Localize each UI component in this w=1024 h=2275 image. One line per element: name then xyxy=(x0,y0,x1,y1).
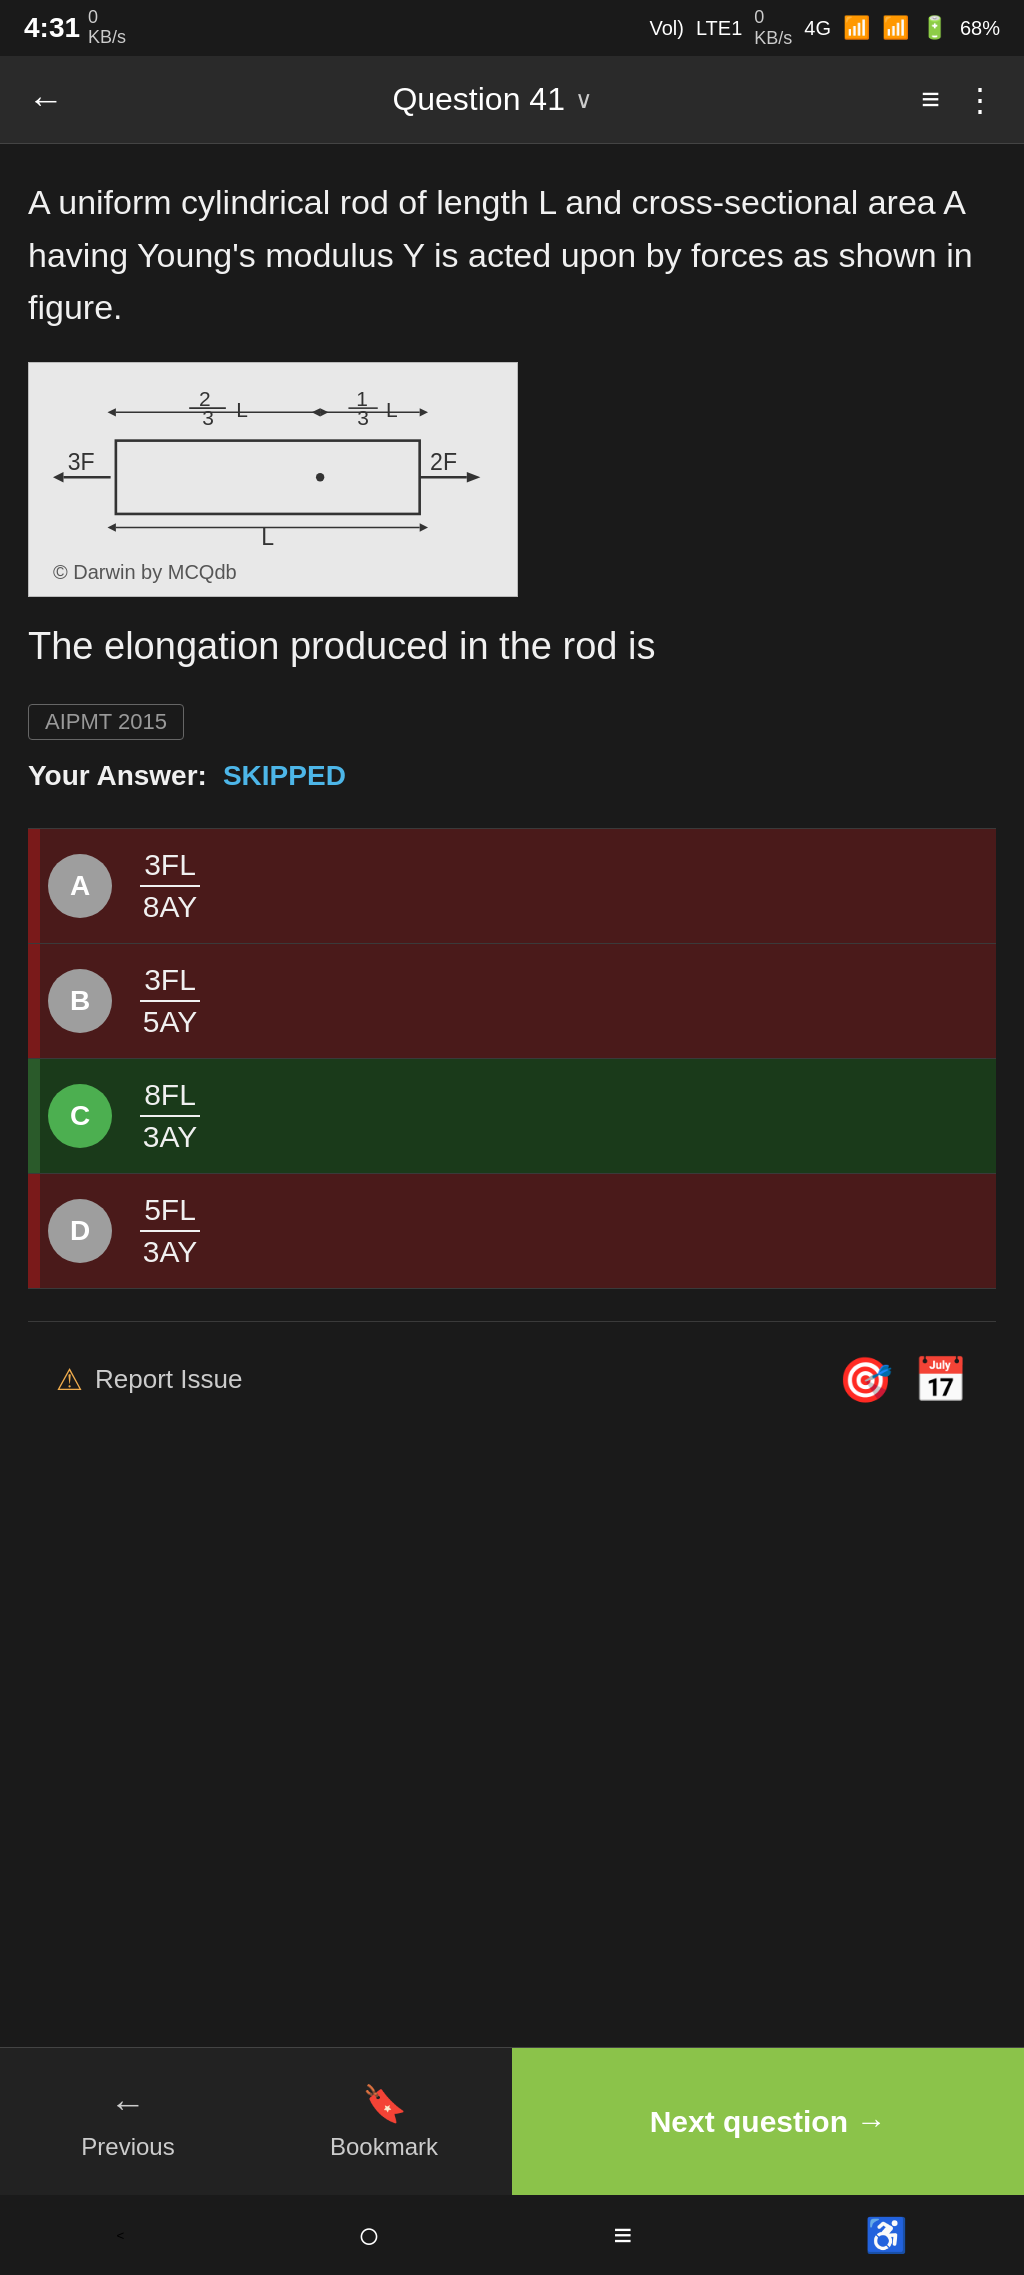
option-d-bar xyxy=(28,1174,40,1288)
your-answer-label: Your Answer: xyxy=(28,760,207,792)
next-label: Next question → xyxy=(650,2105,887,2139)
status-bar: 4:31 0KB/s Vol) LTE1 0KB/s 4G 📶 📶 🔋 68% xyxy=(0,0,1024,56)
sys-menu-icon: ≡ xyxy=(614,2217,633,2253)
exam-tag: AIPMT 2015 xyxy=(28,704,184,740)
status-icons: Vol) LTE1 0KB/s 4G 📶 📶 🔋 68% xyxy=(649,7,1000,49)
network-label: LTE1 xyxy=(696,17,742,40)
kb-label2: 0KB/s xyxy=(754,7,792,49)
question-title: Question 41 ∨ xyxy=(392,81,593,118)
diagram-caption: © Darwin by MCQdb xyxy=(53,561,493,584)
list-menu-button[interactable]: ≡ xyxy=(921,81,940,118)
lte-icon: Vol) xyxy=(649,17,683,40)
svg-text:3F: 3F xyxy=(68,449,95,475)
option-d-badge: D xyxy=(48,1199,112,1263)
bookmark-label: Bookmark xyxy=(330,2133,438,2161)
status-kb: 0KB/s xyxy=(88,8,126,48)
report-issue-row[interactable]: ⚠ Report Issue xyxy=(56,1362,242,1397)
battery-label: 68% xyxy=(960,17,1000,40)
diagram-container: 2 3 L 1 3 L 3F 2F L © Darw xyxy=(28,362,518,597)
home-icon: ○ xyxy=(358,2214,381,2256)
main-content: A uniform cylindrical rod of length L an… xyxy=(0,144,1024,1438)
network-4g: 4G xyxy=(804,17,831,40)
svg-text:L: L xyxy=(386,398,398,421)
diagram-svg: 2 3 L 1 3 L 3F 2F L xyxy=(53,383,493,551)
calendar-icon[interactable]: 📅 xyxy=(913,1354,968,1406)
prev-icon: ← xyxy=(110,2083,146,2125)
option-a-bar xyxy=(28,829,40,943)
system-menu-button[interactable]: ≡ xyxy=(614,2217,633,2254)
svg-marker-5 xyxy=(420,408,428,416)
next-question-button[interactable]: Next question → xyxy=(512,2048,1024,2195)
svg-text:2F: 2F xyxy=(430,449,457,475)
option-b-row[interactable]: B 3FL 5AY xyxy=(28,943,996,1058)
your-answer-value: SKIPPED xyxy=(223,760,346,792)
signal-icon2: 📶 xyxy=(882,15,909,41)
signal-icon: 📶 xyxy=(843,15,870,41)
elongation-text: The elongation produced in the rod is xyxy=(28,625,996,668)
svg-marker-6 xyxy=(312,408,320,416)
option-c-badge: C xyxy=(48,1084,112,1148)
svg-marker-19 xyxy=(467,472,481,482)
svg-text:L: L xyxy=(236,398,248,421)
option-a-fraction: 3FL 8AY xyxy=(140,847,200,925)
accessibility-button[interactable]: ♿ xyxy=(865,2215,907,2255)
accessibility-icon: ♿ xyxy=(865,2216,907,2254)
option-a-badge: A xyxy=(48,854,112,918)
status-time: 4:31 xyxy=(24,12,80,44)
option-b-fraction: 3FL 5AY xyxy=(140,962,200,1040)
svg-text:3: 3 xyxy=(357,406,369,429)
battery-icon: 🔋 xyxy=(921,15,948,41)
system-nav-bar: < ○ ≡ ♿ xyxy=(0,2195,1024,2275)
svg-marker-24 xyxy=(420,523,428,531)
previous-button[interactable]: ← Previous xyxy=(0,2048,256,2195)
option-a-row[interactable]: A 3FL 8AY xyxy=(28,828,996,943)
your-answer-row: Your Answer: SKIPPED xyxy=(28,760,996,792)
nav-icons: ≡ ⋮ xyxy=(921,81,996,119)
system-back-button[interactable]: < xyxy=(117,2228,125,2243)
svg-text:L: L xyxy=(261,524,274,550)
question-text: A uniform cylindrical rod of length L an… xyxy=(28,176,996,334)
tag-row: AIPMT 2015 xyxy=(28,704,996,740)
svg-rect-0 xyxy=(116,441,420,514)
bookmark-icon: 🔖 xyxy=(362,2083,407,2125)
option-c-bar xyxy=(28,1059,40,1173)
prev-label: Previous xyxy=(81,2133,174,2161)
timer-icon[interactable]: 🎯 xyxy=(838,1354,893,1406)
svg-marker-23 xyxy=(107,523,115,531)
option-c-row[interactable]: C 8FL 3AY xyxy=(28,1058,996,1173)
nav-footer: ← Previous 🔖 Bookmark Next question → xyxy=(0,2047,1024,2195)
option-b-bar xyxy=(28,944,40,1058)
warning-icon: ⚠ xyxy=(56,1362,83,1397)
bookmark-button[interactable]: 🔖 Bookmark xyxy=(256,2048,512,2195)
option-d-row[interactable]: D 5FL 3AY xyxy=(28,1173,996,1289)
option-b-badge: B xyxy=(48,969,112,1033)
svg-marker-2 xyxy=(107,408,115,416)
options-list: A 3FL 8AY B 3FL 5AY xyxy=(28,828,996,1289)
bottom-actions: ⚠ Report Issue 🎯 📅 xyxy=(28,1321,996,1438)
back-button[interactable]: ← xyxy=(28,79,64,121)
system-home-button[interactable]: ○ xyxy=(358,2214,381,2257)
svg-point-21 xyxy=(316,473,324,481)
svg-marker-16 xyxy=(53,472,63,482)
bottom-right-icons: 🎯 📅 xyxy=(838,1354,968,1406)
svg-text:3: 3 xyxy=(202,406,214,429)
title-chevron[interactable]: ∨ xyxy=(575,86,593,114)
top-nav-bar: ← Question 41 ∨ ≡ ⋮ xyxy=(0,56,1024,144)
report-issue-label: Report Issue xyxy=(95,1364,242,1395)
option-d-fraction: 5FL 3AY xyxy=(140,1192,200,1270)
more-options-button[interactable]: ⋮ xyxy=(964,81,996,119)
option-c-fraction: 8FL 3AY xyxy=(140,1077,200,1155)
